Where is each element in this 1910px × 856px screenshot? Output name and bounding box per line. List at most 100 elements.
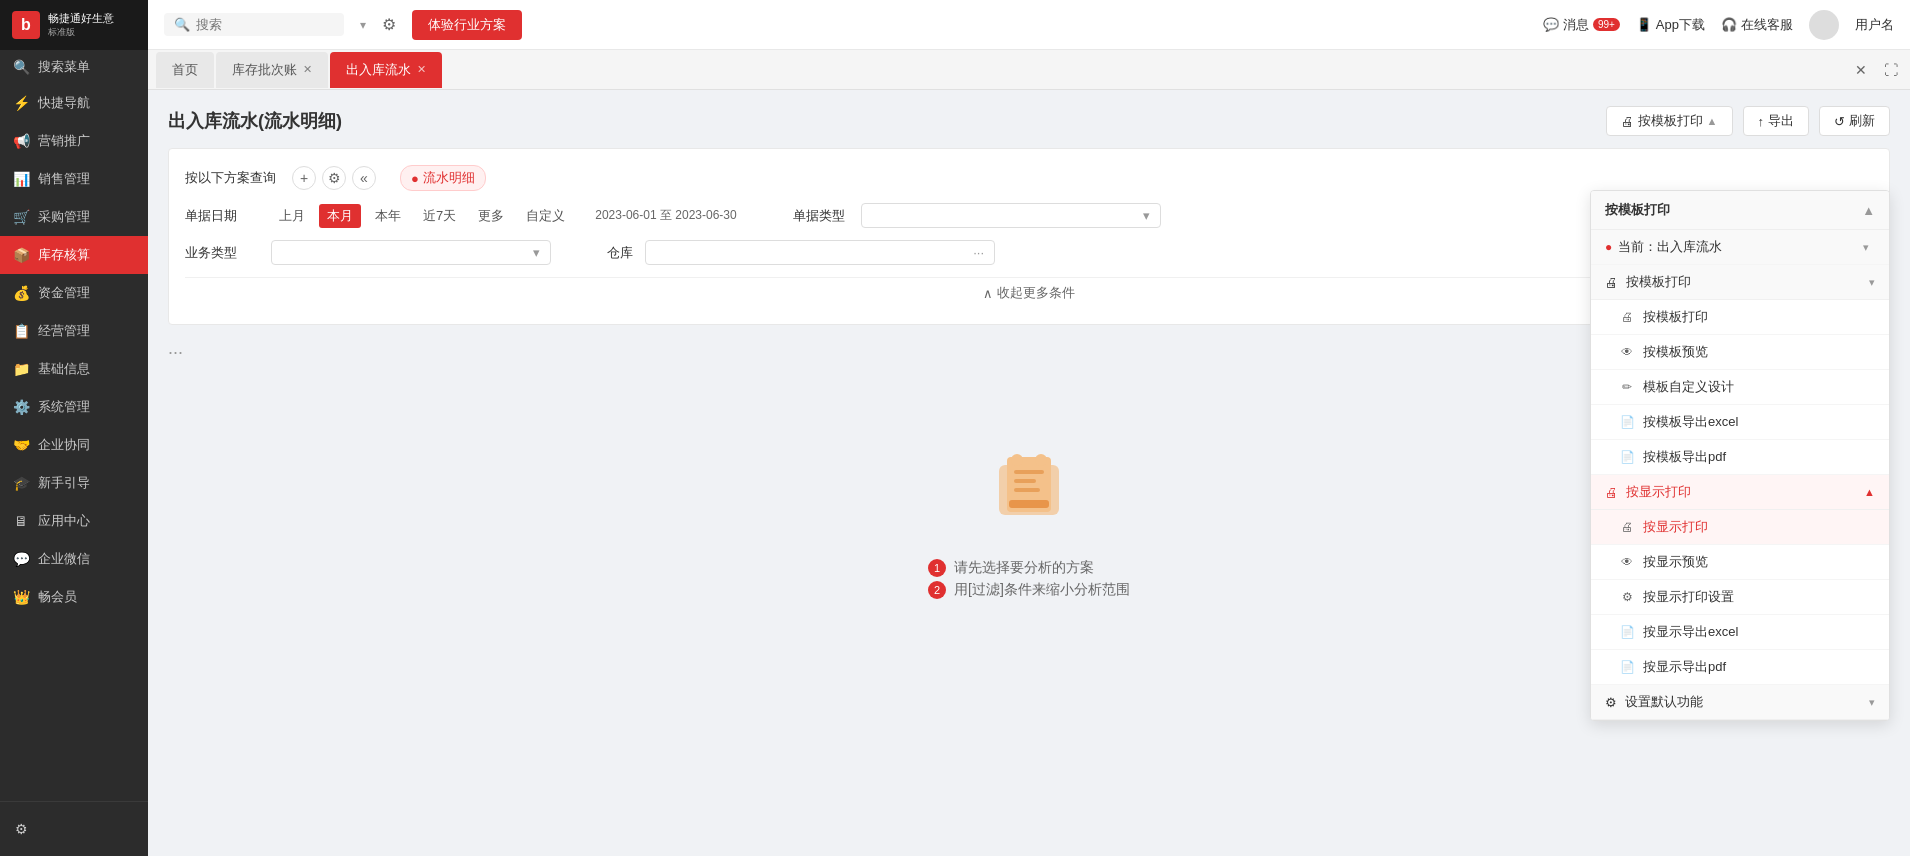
template-print-icon: 🖨 bbox=[1619, 309, 1635, 325]
dropdown-current-item[interactable]: ● 当前：出入库流水 ▾ bbox=[1591, 230, 1889, 265]
export-label: 导出 bbox=[1768, 112, 1794, 130]
current-item-chevron: ▾ bbox=[1863, 241, 1869, 254]
refresh-button[interactable]: ↺ 刷新 bbox=[1819, 106, 1890, 136]
filter-active-tag[interactable]: ● 流水明细 bbox=[400, 165, 486, 191]
filter-doctype-select[interactable]: ▾ bbox=[861, 203, 1161, 228]
sidebar-item-search[interactable]: 🔍 搜索菜单 bbox=[0, 50, 148, 84]
template-design-label: 模板自定义设计 bbox=[1643, 378, 1734, 396]
template-design-icon: ✏ bbox=[1619, 379, 1635, 395]
sidebar-item-operations[interactable]: 📋 经营管理 bbox=[0, 312, 148, 350]
date-tabs: 上月 本月 本年 近7天 更多 自定义 bbox=[271, 204, 573, 228]
topbar-right: 💬 消息 99+ 📱 App下载 🎧 在线客服 用户名 bbox=[1543, 10, 1894, 40]
sidebar-settings-btn[interactable]: ⚙ bbox=[0, 810, 148, 848]
sidebar-item-sales[interactable]: 📊 销售管理 bbox=[0, 160, 148, 198]
dropdown-item-template-pdf[interactable]: 📄 按模板导出pdf bbox=[1591, 440, 1889, 475]
topbar-search-box[interactable]: 🔍 bbox=[164, 13, 344, 36]
empty-steps: 1 请先选择要分析的方案 2 用[过滤]条件来缩小分析范围 bbox=[928, 555, 1130, 603]
dropdown-item-template-print[interactable]: 🖨 按模板打印 bbox=[1591, 300, 1889, 335]
online-service-icon: 🎧 bbox=[1721, 17, 1737, 32]
toolbar-more-icon[interactable]: ··· bbox=[168, 342, 183, 363]
topbar-search-input[interactable] bbox=[196, 17, 316, 32]
step-2-number: 2 bbox=[928, 581, 946, 599]
dropdown-item-display-print[interactable]: 🖨 按显示打印 bbox=[1591, 510, 1889, 545]
sidebar-logo: b 畅捷通好生意 标准版 bbox=[0, 0, 148, 50]
topbar-online-service[interactable]: 🎧 在线客服 bbox=[1721, 16, 1793, 34]
template-excel-icon: 📄 bbox=[1619, 414, 1635, 430]
app-name: 畅捷通好生意 bbox=[48, 11, 114, 25]
sidebar-item-finance[interactable]: 💰 资金管理 bbox=[0, 274, 148, 312]
dropdown-item-template-preview[interactable]: 👁 按模板预览 bbox=[1591, 335, 1889, 370]
quick-nav-icon: ⚡ bbox=[12, 94, 30, 112]
industry-solution-button[interactable]: 体验行业方案 bbox=[412, 10, 522, 40]
sidebar-item-app-center[interactable]: 🖥 应用中心 bbox=[0, 502, 148, 540]
sidebar-item-inventory[interactable]: 📦 库存核算 bbox=[0, 236, 148, 274]
display-excel-icon: 📄 bbox=[1619, 624, 1635, 640]
sidebar-item-quick-nav[interactable]: ⚡ 快捷导航 bbox=[0, 84, 148, 122]
sidebar-item-marketing[interactable]: 📢 营销推广 bbox=[0, 122, 148, 160]
dropdown-section-template-header[interactable]: 🖨 按模板打印 ▾ bbox=[1591, 265, 1889, 300]
sidebar-item-system[interactable]: ⚙️ 系统管理 bbox=[0, 388, 148, 426]
dropdown-item-display-settings[interactable]: ⚙ 按显示打印设置 bbox=[1591, 580, 1889, 615]
dropdown-section-display-header[interactable]: 🖨 按显示打印 ▲ bbox=[1591, 475, 1889, 510]
operations-icon: 📋 bbox=[12, 322, 30, 340]
display-print-section-label: 按显示打印 bbox=[1626, 483, 1691, 501]
dropdown-item-template-design[interactable]: ✏ 模板自定义设计 bbox=[1591, 370, 1889, 405]
dropdown-item-template-excel[interactable]: 📄 按模板导出excel bbox=[1591, 405, 1889, 440]
dropdown-expand-icon[interactable]: ▲ bbox=[1862, 203, 1875, 218]
refresh-icon: ↺ bbox=[1834, 114, 1845, 129]
tab-home[interactable]: 首页 bbox=[156, 52, 214, 88]
tab-stock-flow-close[interactable]: ✕ bbox=[417, 63, 426, 76]
topbar-messages[interactable]: 💬 消息 99+ bbox=[1543, 16, 1620, 34]
template-print-section-label: 按模板打印 bbox=[1626, 273, 1691, 291]
sidebar-item-enterprise[interactable]: 🤝 企业协同 bbox=[0, 426, 148, 464]
date-tab-custom[interactable]: 自定义 bbox=[518, 204, 573, 228]
export-icon: ↑ bbox=[1758, 114, 1765, 129]
sidebar-item-member[interactable]: 👑 畅会员 bbox=[0, 578, 148, 616]
dropdown-item-display-pdf[interactable]: 📄 按显示导出pdf bbox=[1591, 650, 1889, 685]
dropdown-item-display-excel[interactable]: 📄 按显示导出excel bbox=[1591, 615, 1889, 650]
display-preview-icon: 👁 bbox=[1619, 554, 1635, 570]
sidebar-item-purchase[interactable]: 🛒 采购管理 bbox=[0, 198, 148, 236]
dropdown-section-default-header[interactable]: ⚙ 设置默认功能 ▾ bbox=[1591, 685, 1889, 720]
user-avatar[interactable] bbox=[1809, 10, 1839, 40]
export-button[interactable]: ↑ 导出 bbox=[1743, 106, 1810, 136]
filter-add-button[interactable]: + bbox=[292, 166, 316, 190]
date-tab-more[interactable]: 更多 bbox=[470, 204, 512, 228]
basic-info-icon: 📁 bbox=[12, 360, 30, 378]
search-icon: 🔍 bbox=[12, 58, 30, 76]
filter-warehouse-select[interactable]: ··· bbox=[645, 240, 995, 265]
filter-doctype-label: 单据类型 bbox=[793, 207, 853, 225]
topbar-gear-icon[interactable]: ⚙ bbox=[382, 15, 396, 34]
sidebar-bottom: ⚙ bbox=[0, 801, 148, 856]
topbar-search-chevron[interactable]: ▾ bbox=[360, 18, 366, 32]
date-tab-7days[interactable]: 近7天 bbox=[415, 204, 464, 228]
system-icon: ⚙️ bbox=[12, 398, 30, 416]
display-print-label: 按显示打印 bbox=[1643, 518, 1708, 536]
tab-inventory-batch-close[interactable]: ✕ bbox=[303, 63, 312, 76]
tab-stock-flow[interactable]: 出入库流水 ✕ bbox=[330, 52, 442, 88]
filter-settings-button[interactable]: ⚙ bbox=[322, 166, 346, 190]
tab-inventory-batch[interactable]: 库存批次账 ✕ bbox=[216, 52, 328, 88]
date-tab-last-month[interactable]: 上月 bbox=[271, 204, 313, 228]
date-tab-this-month[interactable]: 本月 bbox=[319, 204, 361, 228]
display-print-section-icon: 🖨 bbox=[1605, 485, 1618, 500]
print-template-button[interactable]: 🖨 按模板打印 ▲ bbox=[1606, 106, 1733, 136]
dropdown-header-actions: ▲ bbox=[1862, 203, 1875, 218]
date-tab-this-year[interactable]: 本年 bbox=[367, 204, 409, 228]
inventory-icon: 📦 bbox=[12, 246, 30, 264]
filter-tag-label: 流水明细 bbox=[423, 169, 475, 187]
default-section-chevron: ▾ bbox=[1869, 696, 1875, 709]
sidebar-item-wechat[interactable]: 💬 企业微信 bbox=[0, 540, 148, 578]
sales-icon: 📊 bbox=[12, 170, 30, 188]
filter-collapse-button[interactable]: « bbox=[352, 166, 376, 190]
window-maximize-btn[interactable]: ⛶ bbox=[1880, 59, 1902, 81]
topbar-app-download[interactable]: 📱 App下载 bbox=[1636, 16, 1705, 34]
filter-biztype-select[interactable]: ▾ bbox=[271, 240, 551, 265]
app-download-icon: 📱 bbox=[1636, 17, 1652, 32]
filter-settings-icon: ⚙ bbox=[328, 170, 341, 186]
window-close-btn[interactable]: ✕ bbox=[1850, 59, 1872, 81]
sidebar-item-guide[interactable]: 🎓 新手引导 bbox=[0, 464, 148, 502]
dropdown-item-display-preview[interactable]: 👁 按显示预览 bbox=[1591, 545, 1889, 580]
sidebar-item-basic-info[interactable]: 📁 基础信息 bbox=[0, 350, 148, 388]
print-dropdown-panel: 按模板打印 ▲ ● 当前：出入库流水 ▾ 🖨 按模板打印 ▾ 🖨 bbox=[1590, 190, 1890, 721]
